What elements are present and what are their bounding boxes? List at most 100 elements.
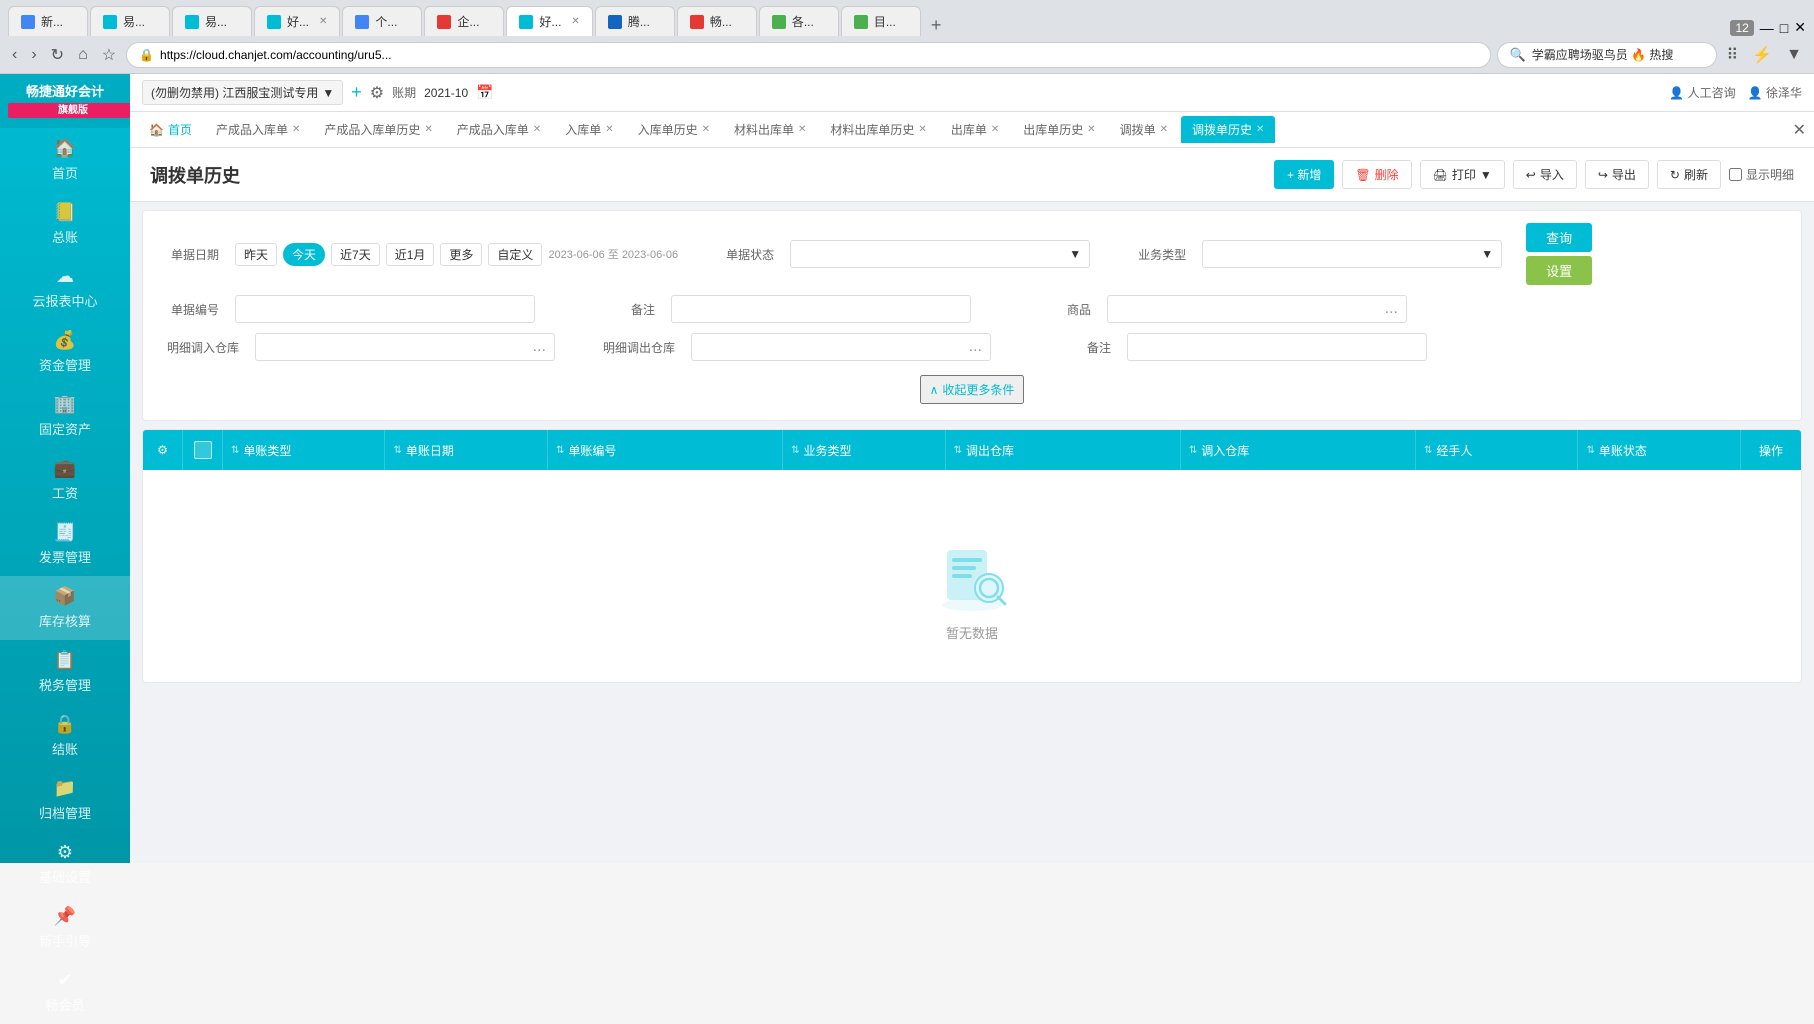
page-tab-prod-in-hist[interactable]: 产成品入库单历史 ✕ bbox=[313, 116, 443, 143]
display-toggle-checkbox[interactable] bbox=[1729, 168, 1742, 181]
user-avatar[interactable]: 👤 徐泽华 bbox=[1748, 84, 1802, 101]
maximize-button[interactable]: □ bbox=[1780, 20, 1788, 36]
page-tab-transfer[interactable]: 调拨单 ✕ bbox=[1109, 116, 1179, 143]
date-today-btn[interactable]: 今天 bbox=[283, 243, 325, 266]
th-type[interactable]: ⇅ 单账类型 bbox=[223, 430, 385, 470]
browser-tab-3[interactable]: 易... bbox=[172, 6, 252, 36]
sidebar-item-inventory[interactable]: 📦 库存核算 bbox=[0, 576, 130, 640]
page-tab-mat-out-hist[interactable]: 材料出库单历史 ✕ bbox=[819, 116, 937, 143]
settings-filter-button[interactable]: 设置 bbox=[1526, 256, 1592, 285]
browser-menu-button[interactable]: ▼ bbox=[1782, 42, 1806, 68]
browser-tab-9[interactable]: 畅... bbox=[677, 6, 757, 36]
minimize-button[interactable]: — bbox=[1760, 20, 1774, 36]
tab-close-icon[interactable]: ✕ bbox=[571, 16, 579, 27]
th-handler[interactable]: ⇅ 经手人 bbox=[1416, 430, 1578, 470]
page-tab-close-icon[interactable]: ✕ bbox=[533, 124, 541, 135]
search-button[interactable]: 查询 bbox=[1526, 223, 1592, 252]
page-tab-close-icon[interactable]: ✕ bbox=[702, 124, 710, 135]
browser-tools-button[interactable]: ⠿ bbox=[1723, 41, 1743, 69]
detail-in-select[interactable]: ... bbox=[255, 333, 555, 361]
page-tab-close-icon[interactable]: ✕ bbox=[798, 124, 806, 135]
browser-tab-6[interactable]: 企... bbox=[424, 6, 504, 36]
page-tab-close-icon[interactable]: ✕ bbox=[918, 124, 926, 135]
delete-button[interactable]: 🗑 删除 bbox=[1342, 160, 1411, 189]
page-tab-transfer-hist[interactable]: 调拨单历史 ✕ bbox=[1181, 116, 1275, 143]
export-button[interactable]: ↪ 导出 bbox=[1585, 160, 1649, 189]
tab-close-icon[interactable]: ✕ bbox=[319, 16, 327, 27]
page-tab-close-icon[interactable]: ✕ bbox=[605, 124, 613, 135]
refresh-page-button[interactable]: ↻ 刷新 bbox=[1657, 160, 1721, 189]
close-all-tabs-button[interactable]: ✕ bbox=[1793, 120, 1806, 140]
browser-lightning-button[interactable]: ⚡ bbox=[1748, 41, 1776, 69]
customer-service[interactable]: 👤 人工咨询 bbox=[1669, 84, 1735, 101]
date-last7-btn[interactable]: 近7天 bbox=[331, 243, 380, 266]
th-settings[interactable]: ⚙ bbox=[143, 430, 183, 470]
browser-tab-1[interactable]: 新... bbox=[8, 6, 88, 36]
date-custom-btn[interactable]: 自定义 bbox=[488, 243, 542, 266]
page-tab-close-icon[interactable]: ✕ bbox=[1256, 124, 1264, 135]
new-tab-button[interactable]: + bbox=[923, 15, 950, 36]
gear-settings-button[interactable]: ⚙ bbox=[370, 83, 384, 103]
page-tab-mat-out[interactable]: 材料出库单 ✕ bbox=[723, 116, 817, 143]
browser-tab-4[interactable]: 好... ✕ bbox=[254, 6, 340, 36]
detail-remark-input[interactable] bbox=[1127, 333, 1427, 361]
sidebar-item-assets[interactable]: 🏢 固定资产 bbox=[0, 384, 130, 448]
print-dropdown-icon[interactable]: ▼ bbox=[1480, 168, 1492, 182]
page-tab-home[interactable]: 🏠 首页 bbox=[138, 116, 203, 143]
bookmark-button[interactable]: ☆ bbox=[98, 41, 120, 69]
new-button[interactable]: + 新增 bbox=[1274, 160, 1334, 189]
page-tab-close-icon[interactable]: ✕ bbox=[1160, 124, 1168, 135]
sidebar-item-tax[interactable]: 📋 税务管理 bbox=[0, 640, 130, 704]
page-tab-out[interactable]: 出库单 ✕ bbox=[940, 116, 1010, 143]
browser-tab-8[interactable]: 腾... bbox=[595, 6, 675, 36]
th-in-wh[interactable]: ⇅ 调入仓库 bbox=[1181, 430, 1416, 470]
import-button[interactable]: ↩ 导入 bbox=[1513, 160, 1577, 189]
company-selector[interactable]: (勿删勿禁用) 江西服宝测试专用 ▼ bbox=[142, 80, 343, 105]
sidebar-item-archive[interactable]: 📁 归档管理 bbox=[0, 768, 130, 832]
th-biz[interactable]: ⇅ 业务类型 bbox=[783, 430, 945, 470]
print-button[interactable]: 🖨 打印 ▼ bbox=[1420, 160, 1505, 189]
date-more-btn[interactable]: 更多 bbox=[440, 243, 482, 266]
sidebar-item-closing[interactable]: 🔒 结账 bbox=[0, 704, 130, 768]
back-button[interactable]: ‹ bbox=[8, 42, 21, 68]
th-status[interactable]: ⇅ 单账状态 bbox=[1578, 430, 1740, 470]
home-browser-button[interactable]: ⌂ bbox=[74, 42, 92, 68]
browser-tab-11[interactable]: 目... bbox=[841, 6, 921, 36]
th-check[interactable] bbox=[183, 430, 223, 470]
remark-input[interactable] bbox=[671, 295, 971, 323]
sidebar-item-capital[interactable]: 💰 资金管理 bbox=[0, 320, 130, 384]
browser-tab-5[interactable]: 个... bbox=[342, 6, 422, 36]
display-toggle[interactable]: 显示明细 bbox=[1729, 166, 1794, 183]
goods-select[interactable]: ... bbox=[1107, 295, 1407, 323]
detail-out-select[interactable]: ... bbox=[691, 333, 991, 361]
sidebar-item-member[interactable]: ✔ 畅会员 bbox=[0, 960, 130, 1024]
sidebar-item-home[interactable]: 🏠 首页 bbox=[0, 128, 130, 192]
add-company-button[interactable]: + bbox=[351, 82, 362, 103]
page-tab-close-icon[interactable]: ✕ bbox=[991, 124, 999, 135]
header-checkbox[interactable] bbox=[194, 441, 212, 459]
th-num[interactable]: ⇅ 单账编号 bbox=[548, 430, 783, 470]
forward-button[interactable]: › bbox=[27, 42, 40, 68]
sidebar-item-guide[interactable]: 📌 新手引导 bbox=[0, 896, 130, 960]
page-tab-stock-in[interactable]: 入库单 ✕ bbox=[554, 116, 624, 143]
doc-num-input[interactable] bbox=[235, 295, 535, 323]
page-tab-prod-in[interactable]: 产成品入库单 ✕ bbox=[205, 116, 311, 143]
browser-tab-10[interactable]: 各... bbox=[759, 6, 839, 36]
close-button[interactable]: ✕ bbox=[1794, 19, 1806, 36]
biz-type-filter-select[interactable]: ▼ bbox=[1202, 240, 1502, 268]
th-date[interactable]: ⇅ 单账日期 bbox=[385, 430, 547, 470]
page-tab-prod-in2[interactable]: 产成品入库单 ✕ bbox=[446, 116, 552, 143]
sidebar-item-invoice[interactable]: 🧾 发票管理 bbox=[0, 512, 130, 576]
sidebar-item-ledger[interactable]: 📒 总账 bbox=[0, 192, 130, 256]
date-last-month-btn[interactable]: 近1月 bbox=[386, 243, 435, 266]
th-out-wh[interactable]: ⇅ 调出仓库 bbox=[946, 430, 1181, 470]
page-tab-out-hist[interactable]: 出库单历史 ✕ bbox=[1012, 116, 1106, 143]
sidebar-item-reports[interactable]: ☁ 云报表中心 bbox=[0, 256, 130, 320]
status-filter-select[interactable]: ▼ bbox=[790, 240, 1090, 268]
address-input[interactable] bbox=[160, 48, 1477, 62]
collapse-button[interactable]: ∧ 收起更多条件 bbox=[920, 375, 1025, 404]
browser-tab-2[interactable]: 易... bbox=[90, 6, 170, 36]
sidebar-item-settings[interactable]: ⚙ 基础设置 bbox=[0, 832, 130, 896]
browser-tab-7[interactable]: 好... ✕ bbox=[506, 6, 592, 36]
date-yesterday-btn[interactable]: 昨天 bbox=[235, 243, 277, 266]
